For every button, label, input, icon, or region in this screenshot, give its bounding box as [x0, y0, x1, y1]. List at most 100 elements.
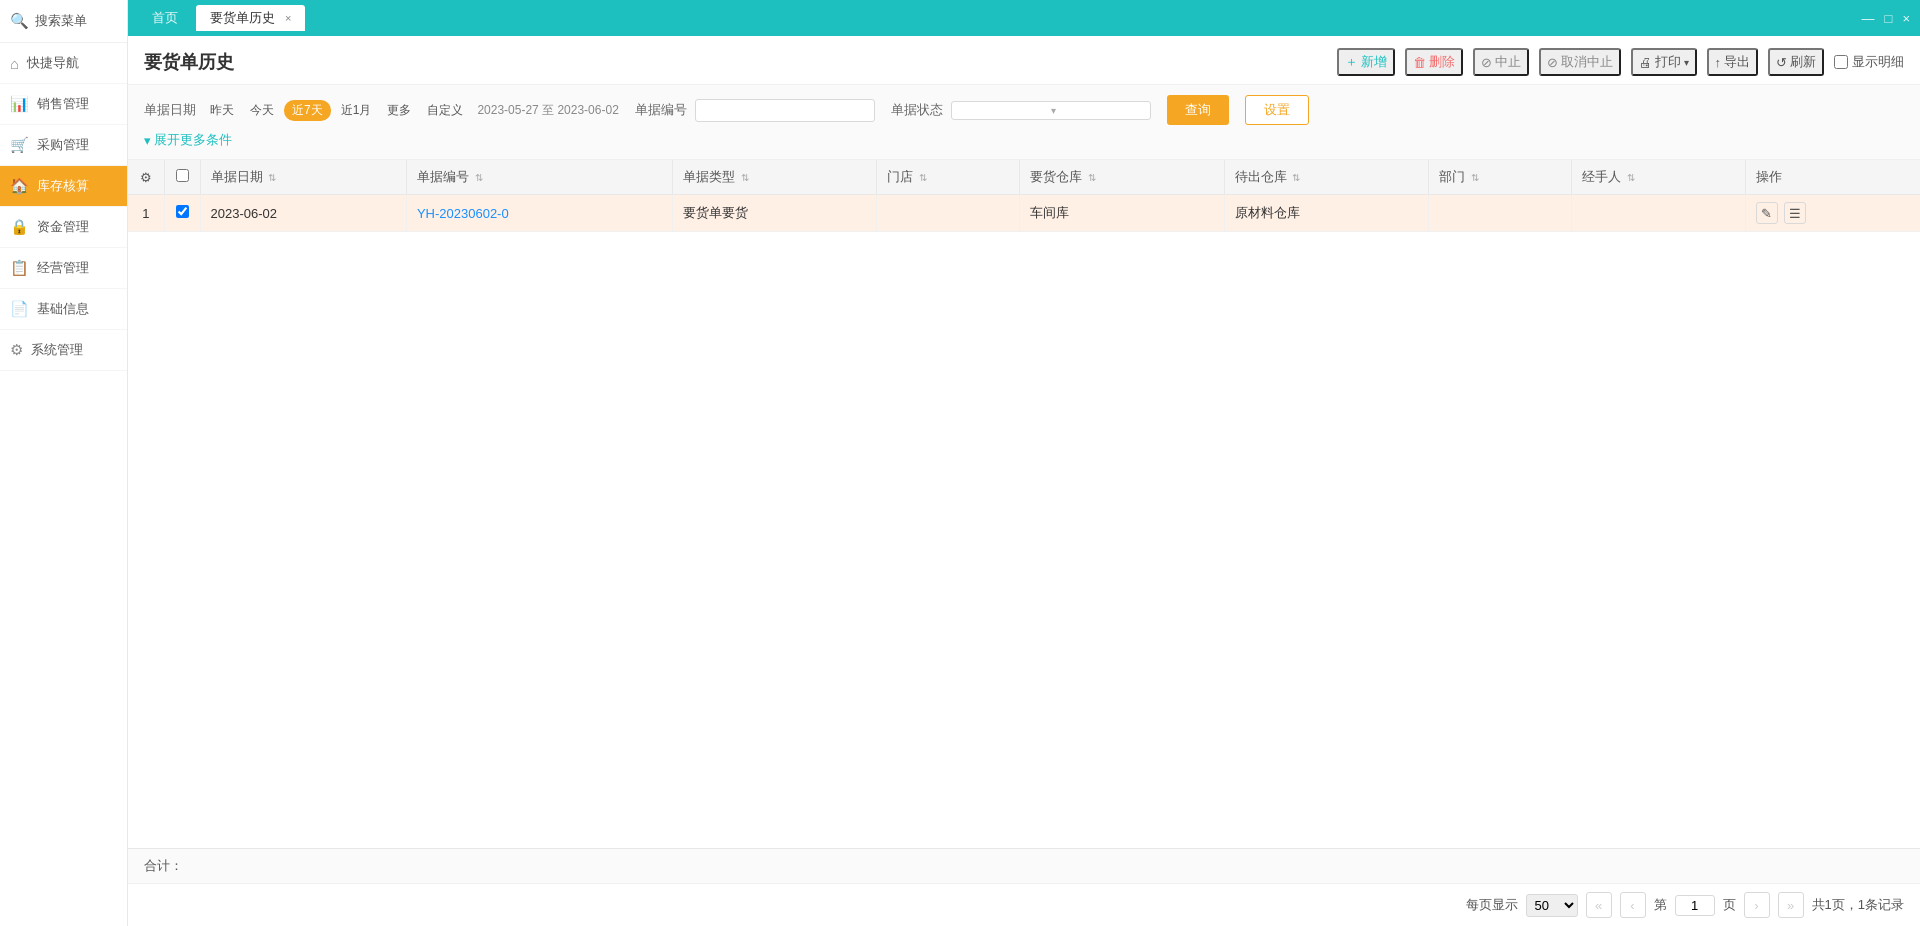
new-button[interactable]: ＋ 新增 — [1337, 48, 1395, 76]
window-maximize-btn[interactable]: □ — [1885, 11, 1893, 26]
content-area: 要货单历史 ＋ 新增 🗑 删除 ⊘ 中止 ⊘ 取消中止 — [128, 36, 1920, 926]
th-store-label: 门店 — [887, 169, 913, 184]
tab-home[interactable]: 首页 — [138, 5, 192, 31]
cart-icon: 🛒 — [10, 136, 29, 154]
sidebar-search[interactable]: 🔍 搜索菜单 — [0, 0, 127, 43]
display-detail-toggle[interactable]: 显示明细 — [1834, 53, 1904, 71]
th-pending-warehouse[interactable]: 待出仓库 ⇅ — [1224, 160, 1428, 195]
sort-icon-store: ⇅ — [919, 172, 927, 183]
th-store[interactable]: 门店 ⇅ — [877, 160, 1020, 195]
td-pending-warehouse: 原材料仓库 — [1224, 195, 1428, 232]
pagination: 每页显示 20 50 100 « ‹ 第 页 › » 共1页，1条记录 — [128, 883, 1920, 926]
print-button[interactable]: 🖨 打印 ▾ — [1631, 48, 1697, 76]
date-btn-more[interactable]: 更多 — [381, 100, 417, 121]
th-handler[interactable]: 经手人 ⇅ — [1571, 160, 1745, 195]
td-handler — [1571, 195, 1745, 232]
sidebar-item-label: 基础信息 — [37, 300, 89, 318]
sidebar-search-label: 搜索菜单 — [35, 12, 87, 30]
date-btn-1month[interactable]: 近1月 — [335, 100, 378, 121]
th-settings[interactable]: ⚙ — [128, 160, 164, 195]
th-req-warehouse[interactable]: 要货仓库 ⇅ — [1020, 160, 1224, 195]
row-edit-icon[interactable]: ✎ — [1756, 202, 1778, 224]
column-settings-icon[interactable]: ⚙ — [140, 170, 152, 185]
chart-icon: 📊 — [10, 95, 29, 113]
expand-filter-btn[interactable]: ▾ 展开更多条件 — [144, 131, 1904, 149]
cancel-stop-button[interactable]: ⊘ 取消中止 — [1539, 48, 1621, 76]
first-page-btn[interactable]: « — [1586, 892, 1612, 918]
window-close-btn[interactable]: × — [1902, 11, 1910, 26]
refresh-button-label: 刷新 — [1790, 53, 1816, 71]
page-title: 要货单历史 — [144, 50, 1329, 74]
th-dept[interactable]: 部门 ⇅ — [1428, 160, 1571, 195]
prev-page-btn[interactable]: ‹ — [1620, 892, 1646, 918]
sort-icon-pending-warehouse: ⇅ — [1292, 172, 1300, 183]
th-date-label: 单据日期 — [211, 169, 263, 184]
select-all-checkbox[interactable] — [176, 169, 189, 182]
sort-icon-doc-no: ⇅ — [475, 172, 483, 183]
th-doc-no[interactable]: 单据编号 ⇅ — [406, 160, 672, 195]
query-button[interactable]: 查询 — [1167, 95, 1229, 125]
sidebar-item-system[interactable]: ⚙ 系统管理 — [0, 330, 127, 371]
sidebar-item-operations[interactable]: 📋 经营管理 — [0, 248, 127, 289]
row-checkbox[interactable] — [176, 205, 189, 218]
date-btn-custom[interactable]: 自定义 — [421, 100, 469, 121]
window-minimize-btn[interactable]: — — [1862, 11, 1875, 26]
export-button[interactable]: ↑ 导出 — [1707, 48, 1759, 76]
status-select[interactable]: ▾ — [951, 101, 1151, 120]
sidebar-item-basic-info[interactable]: 📄 基础信息 — [0, 289, 127, 330]
next-page-btn[interactable]: › — [1744, 892, 1770, 918]
print-icon: 🖨 — [1639, 55, 1652, 70]
th-doc-type[interactable]: 单据类型 ⇅ — [672, 160, 876, 195]
sidebar-item-purchase[interactable]: 🛒 采购管理 — [0, 125, 127, 166]
date-btn-yesterday[interactable]: 昨天 — [204, 100, 240, 121]
td-req-warehouse: 车间库 — [1020, 195, 1224, 232]
stop-button[interactable]: ⊘ 中止 — [1473, 48, 1529, 76]
td-operation: ✎ ☰ — [1745, 195, 1920, 232]
th-doc-type-label: 单据类型 — [683, 169, 735, 184]
filter-settings-button[interactable]: 设置 — [1245, 95, 1309, 125]
th-date[interactable]: 单据日期 ⇅ — [200, 160, 406, 195]
toolbar: ＋ 新增 🗑 删除 ⊘ 中止 ⊘ 取消中止 🖨 打印 — [1337, 48, 1905, 76]
stop-button-label: 中止 — [1495, 53, 1521, 71]
print-button-label: 打印 — [1655, 53, 1681, 71]
page-size-select[interactable]: 20 50 100 — [1526, 894, 1578, 917]
tab-purchase-history-label: 要货单历史 — [210, 9, 275, 27]
row-doc-type: 要货单要货 — [683, 205, 748, 220]
sort-icon-req-warehouse: ⇅ — [1088, 172, 1096, 183]
status-label: 单据状态 — [891, 101, 943, 119]
row-date: 2023-06-02 — [211, 206, 278, 221]
last-page-btn[interactable]: » — [1778, 892, 1804, 918]
refresh-button[interactable]: ↺ 刷新 — [1768, 48, 1824, 76]
doc-no-input[interactable] — [695, 99, 875, 122]
page-input[interactable] — [1675, 895, 1715, 916]
row-detail-icon[interactable]: ☰ — [1784, 202, 1806, 224]
search-icon: 🔍 — [10, 12, 29, 30]
delete-button[interactable]: 🗑 删除 — [1405, 48, 1463, 76]
date-btn-today[interactable]: 今天 — [244, 100, 280, 121]
sidebar-item-label: 经营管理 — [37, 259, 89, 277]
tab-close-icon[interactable]: × — [285, 12, 291, 24]
sidebar-item-label: 系统管理 — [31, 341, 83, 359]
sidebar-item-inventory[interactable]: 🏠 库存核算 — [0, 166, 127, 207]
sidebar-item-quick-nav[interactable]: ⌂ 快捷导航 — [0, 43, 127, 84]
row-req-warehouse: 车间库 — [1030, 205, 1069, 220]
row-number: 1 — [142, 206, 149, 221]
cancel-stop-button-label: 取消中止 — [1561, 53, 1613, 71]
sidebar-item-sales[interactable]: 📊 销售管理 — [0, 84, 127, 125]
sidebar-item-finance[interactable]: 🔒 资金管理 — [0, 207, 127, 248]
sort-icon-handler: ⇅ — [1627, 172, 1635, 183]
home-icon: ⌂ — [10, 55, 19, 72]
row-doc-no-link[interactable]: YH-20230602-0 — [417, 206, 509, 221]
td-doc-no: YH-20230602-0 — [406, 195, 672, 232]
th-pending-warehouse-label: 待出仓库 — [1235, 169, 1287, 184]
sidebar-item-label: 销售管理 — [37, 95, 89, 113]
tab-purchase-history[interactable]: 要货单历史 × — [196, 5, 305, 31]
th-handler-label: 经手人 — [1582, 169, 1621, 184]
page-suffix: 页 — [1723, 896, 1736, 914]
th-operation-label: 操作 — [1756, 169, 1782, 184]
th-operation: 操作 — [1745, 160, 1920, 195]
table-header-row: ⚙ 单据日期 ⇅ 单据编号 ⇅ — [128, 160, 1920, 195]
display-detail-checkbox[interactable] — [1834, 55, 1848, 69]
date-btn-7days[interactable]: 近7天 — [284, 100, 331, 121]
date-filter-buttons: 昨天 今天 近7天 近1月 更多 自定义 — [204, 100, 469, 121]
